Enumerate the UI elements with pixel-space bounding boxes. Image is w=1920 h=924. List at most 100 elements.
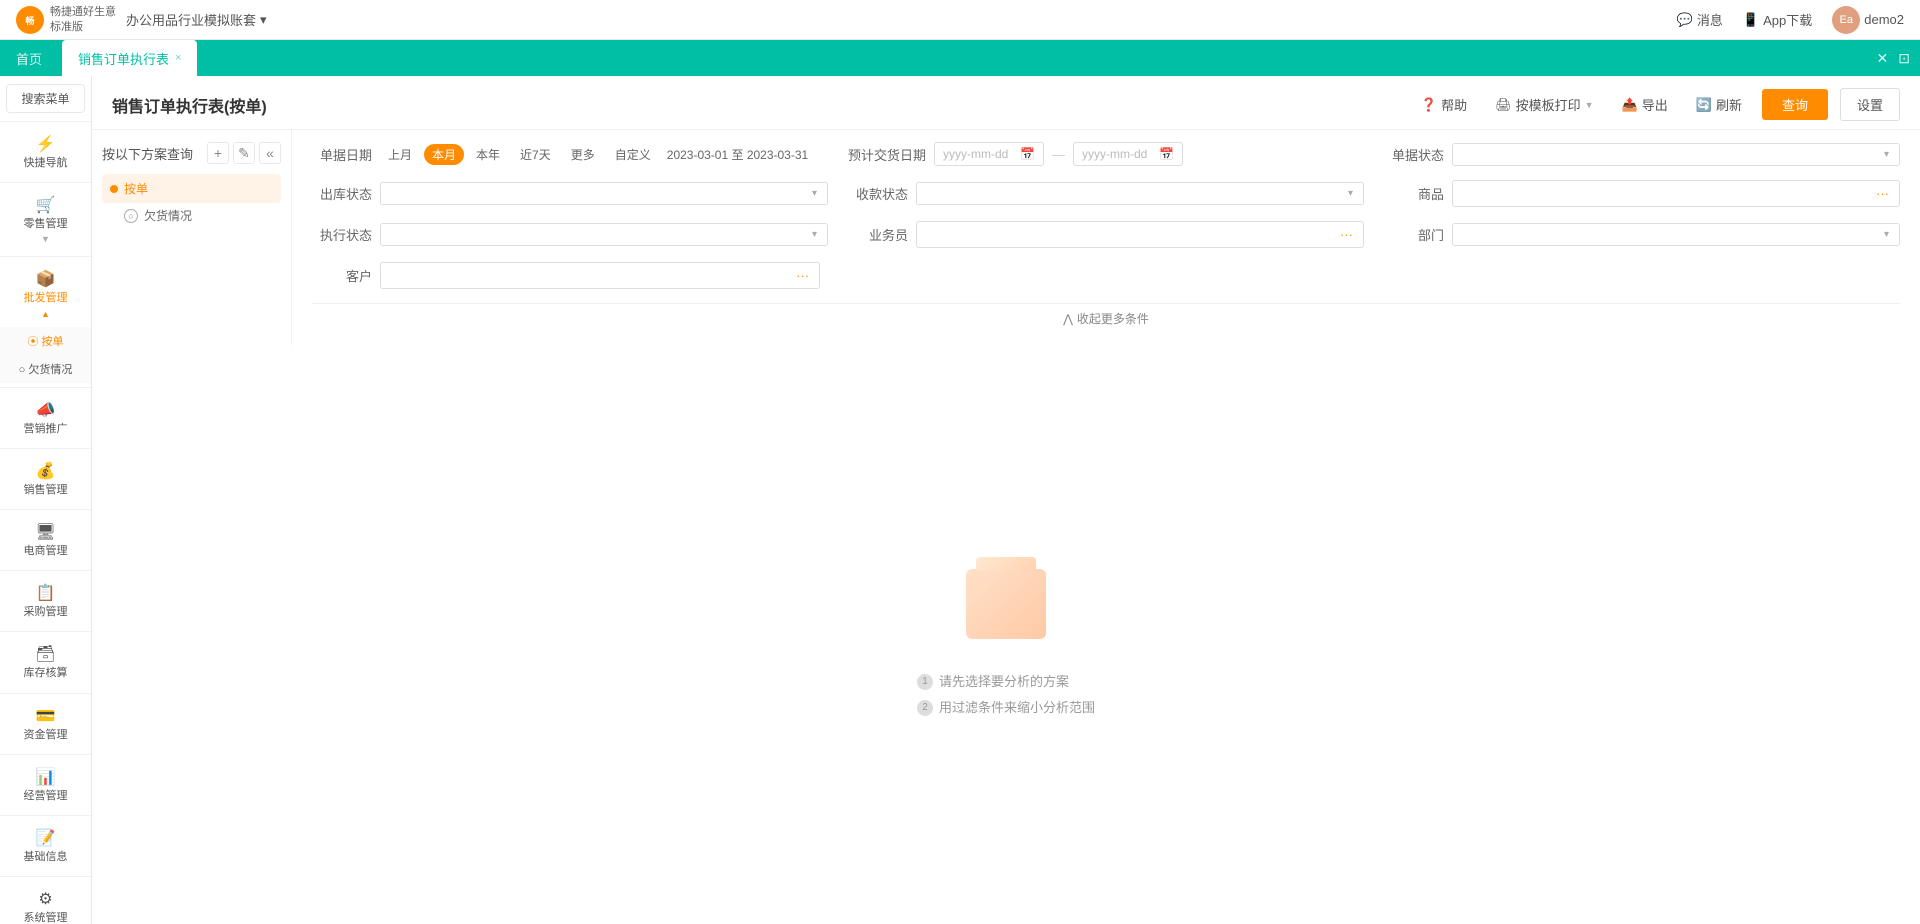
payment-status-select[interactable]: ▾ — [916, 182, 1364, 205]
sidebar-subitem-order[interactable]: ⦿ 按单 — [0, 327, 91, 355]
delivery-date-to-input[interactable]: yyyy-mm-dd 📅 — [1073, 142, 1183, 166]
salesperson-group: 业务员 ··· — [848, 221, 1364, 248]
filter-row-3: 执行状态 ▾ 业务员 ··· — [312, 221, 1900, 248]
sidebar-item-marketing[interactable]: 📣 营销推广 — [0, 392, 91, 444]
export-button[interactable]: 📤 导出 — [1614, 91, 1676, 118]
scheme-panel-actions: + ✎ « — [207, 142, 281, 164]
date-tab-this-month[interactable]: 本月 — [424, 144, 464, 165]
sidebar-item-sales[interactable]: 💰 销售管理 — [0, 453, 91, 505]
sidebar-subitem-debt[interactable]: ○ 欠货情况 — [0, 355, 91, 383]
sidebar-item-quick-nav[interactable]: ⚡ 快捷导航 — [0, 126, 91, 178]
status-select[interactable]: ▾ — [1452, 143, 1900, 166]
calendar-to-icon: 📅 — [1159, 147, 1174, 161]
stock-status-group: 出库状态 ▾ — [312, 182, 828, 205]
add-scheme-button[interactable]: + — [207, 142, 229, 164]
delivery-date-group: 预计交货日期 yyyy-mm-dd 📅 — yyyy-mm-dd 📅 — [848, 142, 1364, 166]
search-menu-button[interactable]: 搜索菜单 — [6, 84, 85, 113]
stock-status-arrow: ▾ — [812, 188, 817, 199]
refresh-button[interactable]: 🔄 刷新 — [1688, 91, 1750, 118]
sidebar-marketing-section: 📣 营销推广 — [0, 388, 91, 449]
layout: 搜索菜单 ⚡ 快捷导航 🛒 零售管理 ▼ 📦 批发管理 ▲ ⦿ — [0, 76, 1920, 924]
date-range-display: 2023-03-01 至 2023-03-31 — [667, 146, 808, 163]
scheme-subitem-debt[interactable]: ○ 欠货情况 — [102, 203, 281, 228]
department-group: 部门 ▾ — [1384, 223, 1900, 246]
delivery-date-from-input[interactable]: yyyy-mm-dd 📅 — [934, 142, 1044, 166]
help-button[interactable]: ❓ 帮助 — [1413, 91, 1475, 118]
status-label: 单据状态 — [1384, 145, 1444, 164]
main-content: 销售订单执行表(按单) ❓ 帮助 🖨 按模板打印 ▼ 📤 导出 — [92, 76, 1920, 924]
empty-hint-1: 1 请先选择要分析的方案 — [917, 669, 1095, 695]
sidebar-item-purchase[interactable]: 📋 采购管理 — [0, 575, 91, 627]
empty-illustration — [956, 549, 1056, 649]
date-tab-custom[interactable]: 自定义 — [607, 144, 659, 165]
sidebar-finance-section: 💳 资金管理 — [0, 694, 91, 755]
payment-status-label: 收款状态 — [848, 184, 908, 203]
tab-active[interactable]: 销售订单执行表 × — [62, 40, 197, 76]
stock-status-select[interactable]: ▾ — [380, 182, 828, 205]
empty-hint-2: 2 用过滤条件来缩小分析范围 — [917, 695, 1095, 721]
template-print-button[interactable]: 🖨 按模板打印 ▼ — [1487, 91, 1601, 118]
customer-group: 客户 ··· — [312, 262, 820, 289]
tab-close-icon[interactable]: × — [175, 52, 181, 64]
svg-text:畅: 畅 — [25, 15, 34, 26]
sidebar-item-system[interactable]: ⚙ 系统管理 — [0, 881, 91, 924]
calendar-from-icon: 📅 — [1020, 147, 1035, 161]
quick-nav-section: ⚡ 快捷导航 — [0, 122, 91, 183]
sidebar-item-ecommerce[interactable]: 🖥 电商管理 — [0, 514, 91, 566]
logo-area: 畅 畅捷通好生意 标准版 — [16, 5, 116, 34]
customer-input[interactable]: ··· — [380, 262, 820, 289]
customer-label: 客户 — [312, 266, 372, 285]
filter-row-1: 单据日期 上月 本月 本年 近7天 更多 自定义 2023-03-01 至 20… — [312, 142, 1900, 166]
payment-status-arrow: ▾ — [1348, 188, 1353, 199]
settings-button[interactable]: 设置 — [1840, 88, 1900, 121]
delivery-date-label: 预计交货日期 — [848, 145, 926, 164]
goods-label: 商品 — [1384, 184, 1444, 203]
date-tab-last-month[interactable]: 上月 — [380, 144, 420, 165]
date-label: 单据日期 — [312, 145, 372, 164]
tab-bar-right: ✕ ⊡ — [1877, 50, 1920, 67]
user-menu[interactable]: Ea demo2 — [1832, 6, 1904, 34]
department-select[interactable]: ▾ — [1452, 223, 1900, 246]
date-tab-this-year[interactable]: 本年 — [468, 144, 508, 165]
date-tab-more[interactable]: 更多 — [563, 144, 603, 165]
sidebar-item-inventory[interactable]: 🗃 库存核算 — [0, 636, 91, 688]
messages-button[interactable]: 💬 消息 — [1677, 10, 1723, 29]
sidebar-search-area: 搜索菜单 — [0, 76, 91, 122]
sidebar-wholesale-section: 📦 批发管理 ▲ ⦿ 按单 ○ 欠货情况 — [0, 257, 91, 387]
collapse-bar[interactable]: ⋀ 收起更多条件 — [312, 303, 1900, 333]
tab-home[interactable]: 首页 — [0, 40, 58, 76]
sidebar-item-finance[interactable]: 💳 资金管理 — [0, 698, 91, 750]
goods-group: 商品 ··· — [1384, 180, 1900, 207]
goods-ellipsis-icon: ··· — [1876, 186, 1889, 201]
sidebar-ecommerce-section: 🖥 电商管理 — [0, 510, 91, 571]
sidebar-item-operation[interactable]: 📊 经营管理 — [0, 759, 91, 811]
app-download-button[interactable]: 📱 App下载 — [1743, 10, 1812, 29]
scheme-item-order[interactable]: 按单 — [102, 174, 281, 203]
scheme-dot-icon — [110, 185, 118, 193]
header-right: 💬 消息 📱 App下载 Ea demo2 — [1677, 6, 1904, 34]
edit-scheme-button[interactable]: ✎ — [233, 142, 255, 164]
scheme-panel-header: 按以下方案查询 + ✎ « — [102, 142, 281, 164]
company-selector[interactable]: 办公用品行业模拟账套 ▾ — [126, 10, 267, 29]
sidebar: 搜索菜单 ⚡ 快捷导航 🛒 零售管理 ▼ 📦 批发管理 ▲ ⦿ — [0, 76, 92, 924]
date-tab-7days[interactable]: 近7天 — [512, 144, 559, 165]
scheme-subitem-icon: ○ — [124, 209, 138, 223]
query-button[interactable]: 查询 — [1762, 89, 1828, 120]
salesperson-ellipsis-icon: ··· — [1340, 227, 1353, 242]
status-dropdown-arrow: ▾ — [1884, 149, 1889, 160]
execution-status-select[interactable]: ▾ — [380, 223, 828, 246]
goods-input[interactable]: ··· — [1452, 180, 1900, 207]
execution-status-label: 执行状态 — [312, 225, 372, 244]
empty-box-icon — [966, 569, 1046, 639]
tab-bar: 首页 销售订单执行表 × ✕ ⊡ — [0, 40, 1920, 76]
sidebar-item-basic[interactable]: 📝 基础信息 — [0, 820, 91, 872]
sidebar-item-retail[interactable]: 🛒 零售管理 ▼ — [0, 187, 91, 252]
salesperson-input[interactable]: ··· — [916, 221, 1364, 248]
sidebar-system-section: ⚙ 系统管理 — [0, 877, 91, 924]
sidebar-item-wholesale[interactable]: 📦 批发管理 ▲ — [0, 261, 91, 326]
window-expand-icon[interactable]: ⊡ — [1898, 50, 1910, 67]
collapse-scheme-button[interactable]: « — [259, 142, 281, 164]
sidebar-purchase-section: 📋 采购管理 — [0, 571, 91, 632]
window-close-icon[interactable]: ✕ — [1877, 50, 1889, 67]
empty-hints: 1 请先选择要分析的方案 2 用过滤条件来缩小分析范围 — [917, 669, 1095, 721]
